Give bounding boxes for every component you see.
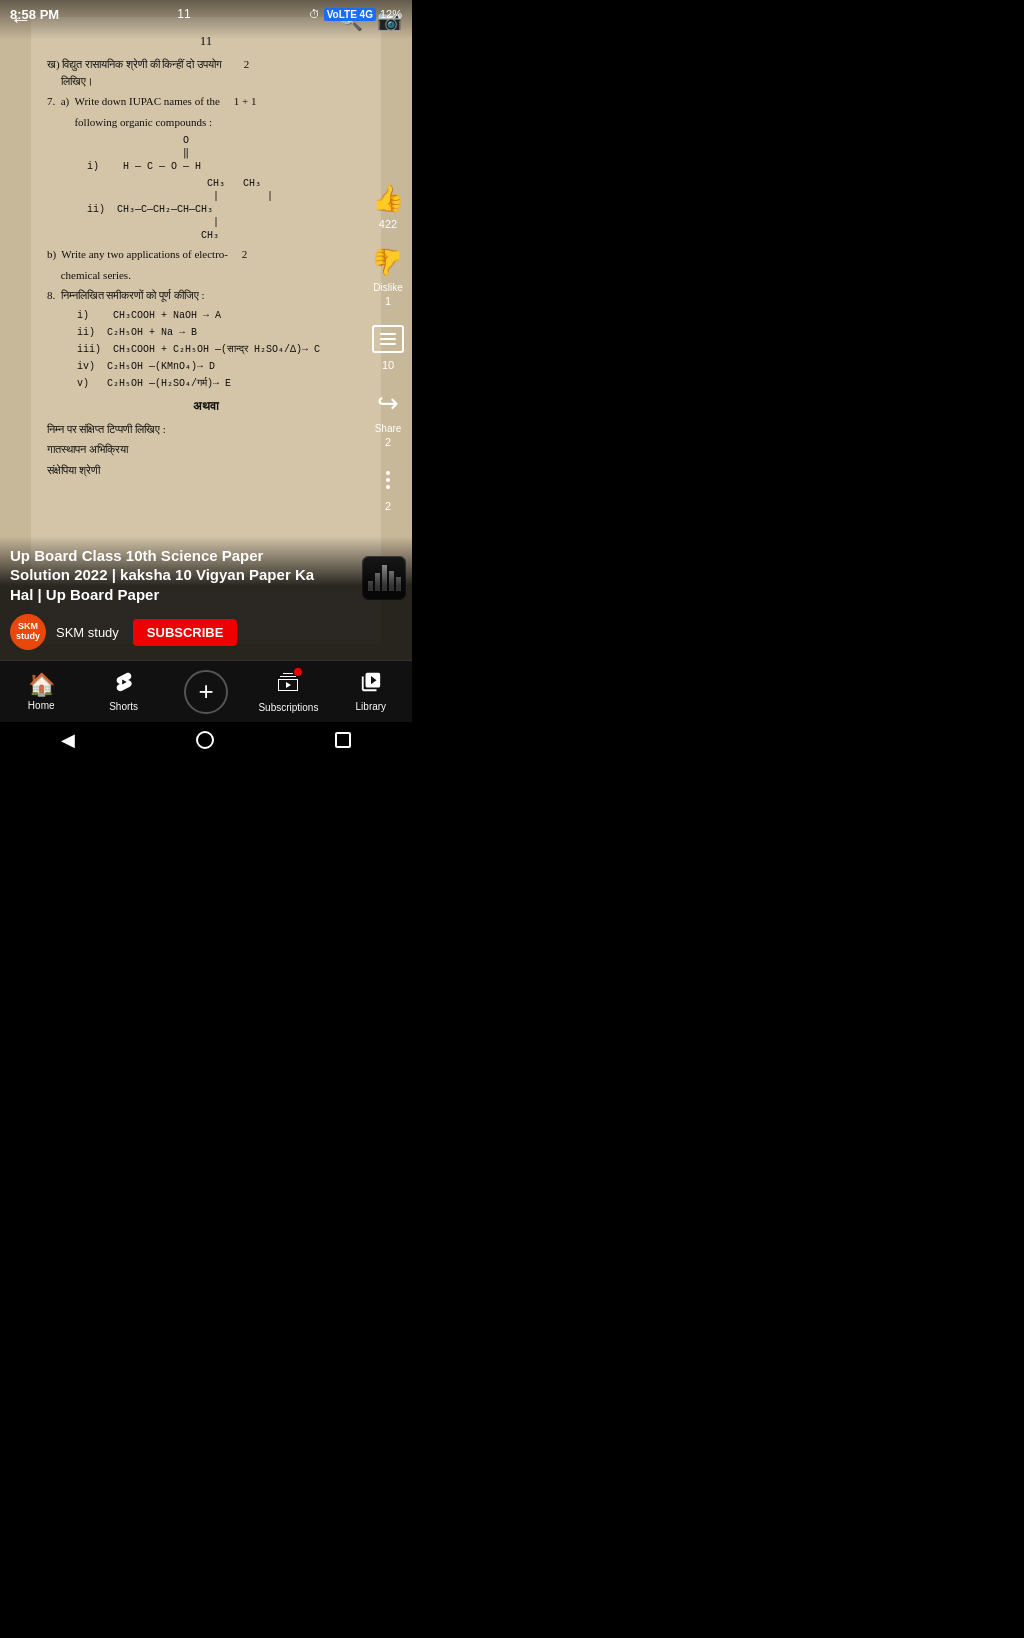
- q8iv: iv) C₂H₅OH —(KMnO₄)→ D: [77, 359, 365, 374]
- subscribe-button[interactable]: SUBSCRIBE: [133, 619, 238, 646]
- q7b-text: b) Write any two applications of electro…: [47, 246, 365, 263]
- channel-name: SKM study: [56, 625, 119, 640]
- shorts-label: Shorts: [109, 701, 138, 712]
- q6b-text2: लिखिए।: [47, 75, 93, 87]
- q7-header: 7. a) Write down IUPAC names of the 1 + …: [47, 93, 365, 110]
- bottom-navigation: 🏠 Home Shorts + Subscriptions Library: [0, 660, 412, 722]
- status-icons: ⏱ VoLTE 4G 12%: [309, 8, 402, 21]
- q7-header2: following organic compounds :: [47, 114, 365, 131]
- q7b-text2: chemical series.: [47, 267, 365, 284]
- video-title: Up Board Class 10th Science Paper Soluti…: [10, 546, 316, 605]
- recents-nav-button[interactable]: [335, 732, 351, 748]
- notification-dot: [294, 668, 302, 676]
- add-icon[interactable]: +: [184, 670, 228, 714]
- q8i: i) CH₃COOH + NaOH → A: [77, 308, 365, 323]
- like-button[interactable]: 👍 422: [370, 180, 406, 230]
- q8-header: 8. निम्नलिखित समीकरणों को पूर्ण कीजिए :: [47, 287, 365, 304]
- share-icon: ↪: [370, 385, 406, 421]
- q8-alt2: गातस्थापन अभिक्रिया: [47, 441, 365, 458]
- avatar-text: SKMstudy: [16, 622, 40, 642]
- subscriptions-icon: [276, 670, 300, 700]
- q8iii: iii) CH₃COOH + C₂H₅OH —(सान्द्र H₂SO₄/Δ)…: [77, 342, 365, 357]
- dislike-button[interactable]: 👎 Dislike 1: [370, 244, 406, 307]
- nav-subscriptions[interactable]: Subscriptions: [247, 670, 329, 713]
- share-label: Share: [375, 423, 402, 434]
- nav-home[interactable]: 🏠 Home: [0, 672, 82, 711]
- dislike-count: 1: [385, 295, 391, 307]
- library-label: Library: [356, 701, 387, 712]
- athwa: अथवा: [47, 397, 365, 415]
- question-8: 8. निम्नलिखित समीकरणों को पूर्ण कीजिए : …: [47, 287, 365, 478]
- status-bar: 8:58 PM 11 ⏱ VoLTE 4G 12%: [0, 0, 412, 28]
- action-panel: 👍 422 👎 Dislike 1 10: [370, 180, 406, 512]
- dislike-label: Dislike: [373, 282, 402, 293]
- back-nav-button[interactable]: ◀: [61, 729, 75, 751]
- q8-alt3: संक्षेपिया श्रेणी: [47, 462, 365, 479]
- page-indicator: 11: [177, 7, 190, 21]
- library-icon: [360, 671, 382, 699]
- comment-count: 10: [382, 359, 394, 371]
- share-count: 2: [385, 436, 391, 448]
- share-button[interactable]: ↪ Share 2: [370, 385, 406, 448]
- subscriptions-label: Subscriptions: [258, 702, 318, 713]
- status-time: 8:58 PM: [10, 7, 59, 22]
- compound-2: CH₃ CH₃ | | ii) CH₃—C—CH₂—CH—CH₃ | CH₃: [87, 177, 365, 242]
- question-6b: ख) विद्युत रासायनिक श्रेणी की किन्हीं दो…: [47, 56, 365, 89]
- question-7: 7. a) Write down IUPAC names of the 1 + …: [47, 93, 365, 283]
- add-plus: +: [198, 676, 213, 707]
- q8-alt: निम्न पर संक्षिप्त टिप्पणी लिखिए :: [47, 421, 365, 438]
- channel-avatar[interactable]: SKMstudy: [10, 614, 46, 650]
- q8ii: ii) C₂H₅OH + Na → B: [77, 325, 365, 340]
- video-player[interactable]: 11 ख) विद्युत रासायनिक श्रेणी की किन्हीं…: [0, 0, 412, 660]
- comment-button[interactable]: 10: [370, 321, 406, 371]
- more-icon: [370, 462, 406, 498]
- nav-shorts[interactable]: Shorts: [82, 671, 164, 712]
- dislike-icon: 👎: [370, 244, 406, 280]
- channel-row: SKMstudy SKM study SUBSCRIBE: [10, 614, 402, 650]
- nav-add[interactable]: +: [165, 670, 247, 714]
- video-info-overlay: Up Board Class 10th Science Paper Soluti…: [0, 536, 412, 661]
- like-icon: 👍: [370, 180, 406, 216]
- more-count: 2: [385, 500, 391, 512]
- home-icon: 🏠: [28, 672, 55, 698]
- q6b-text: ख) विद्युत रासायनिक श्रेणी की किन्हीं दो…: [47, 58, 249, 70]
- nav-library[interactable]: Library: [330, 671, 412, 712]
- comment-icon: [370, 321, 406, 357]
- home-label: Home: [28, 700, 55, 711]
- q8v: v) C₂H₅OH —(H₂SO₄/गर्म)→ E: [77, 376, 365, 391]
- network-type: VoLTE 4G: [324, 8, 376, 21]
- battery-level: 12%: [380, 8, 402, 20]
- more-button[interactable]: 2: [370, 462, 406, 512]
- system-nav-bar: ◀: [0, 722, 412, 758]
- like-count: 422: [379, 218, 397, 230]
- network-icon: ⏱: [309, 8, 320, 20]
- home-nav-button[interactable]: [196, 731, 214, 749]
- compound-1: O ‖ i) H — C — O — H: [87, 134, 365, 173]
- shorts-icon: [113, 671, 135, 699]
